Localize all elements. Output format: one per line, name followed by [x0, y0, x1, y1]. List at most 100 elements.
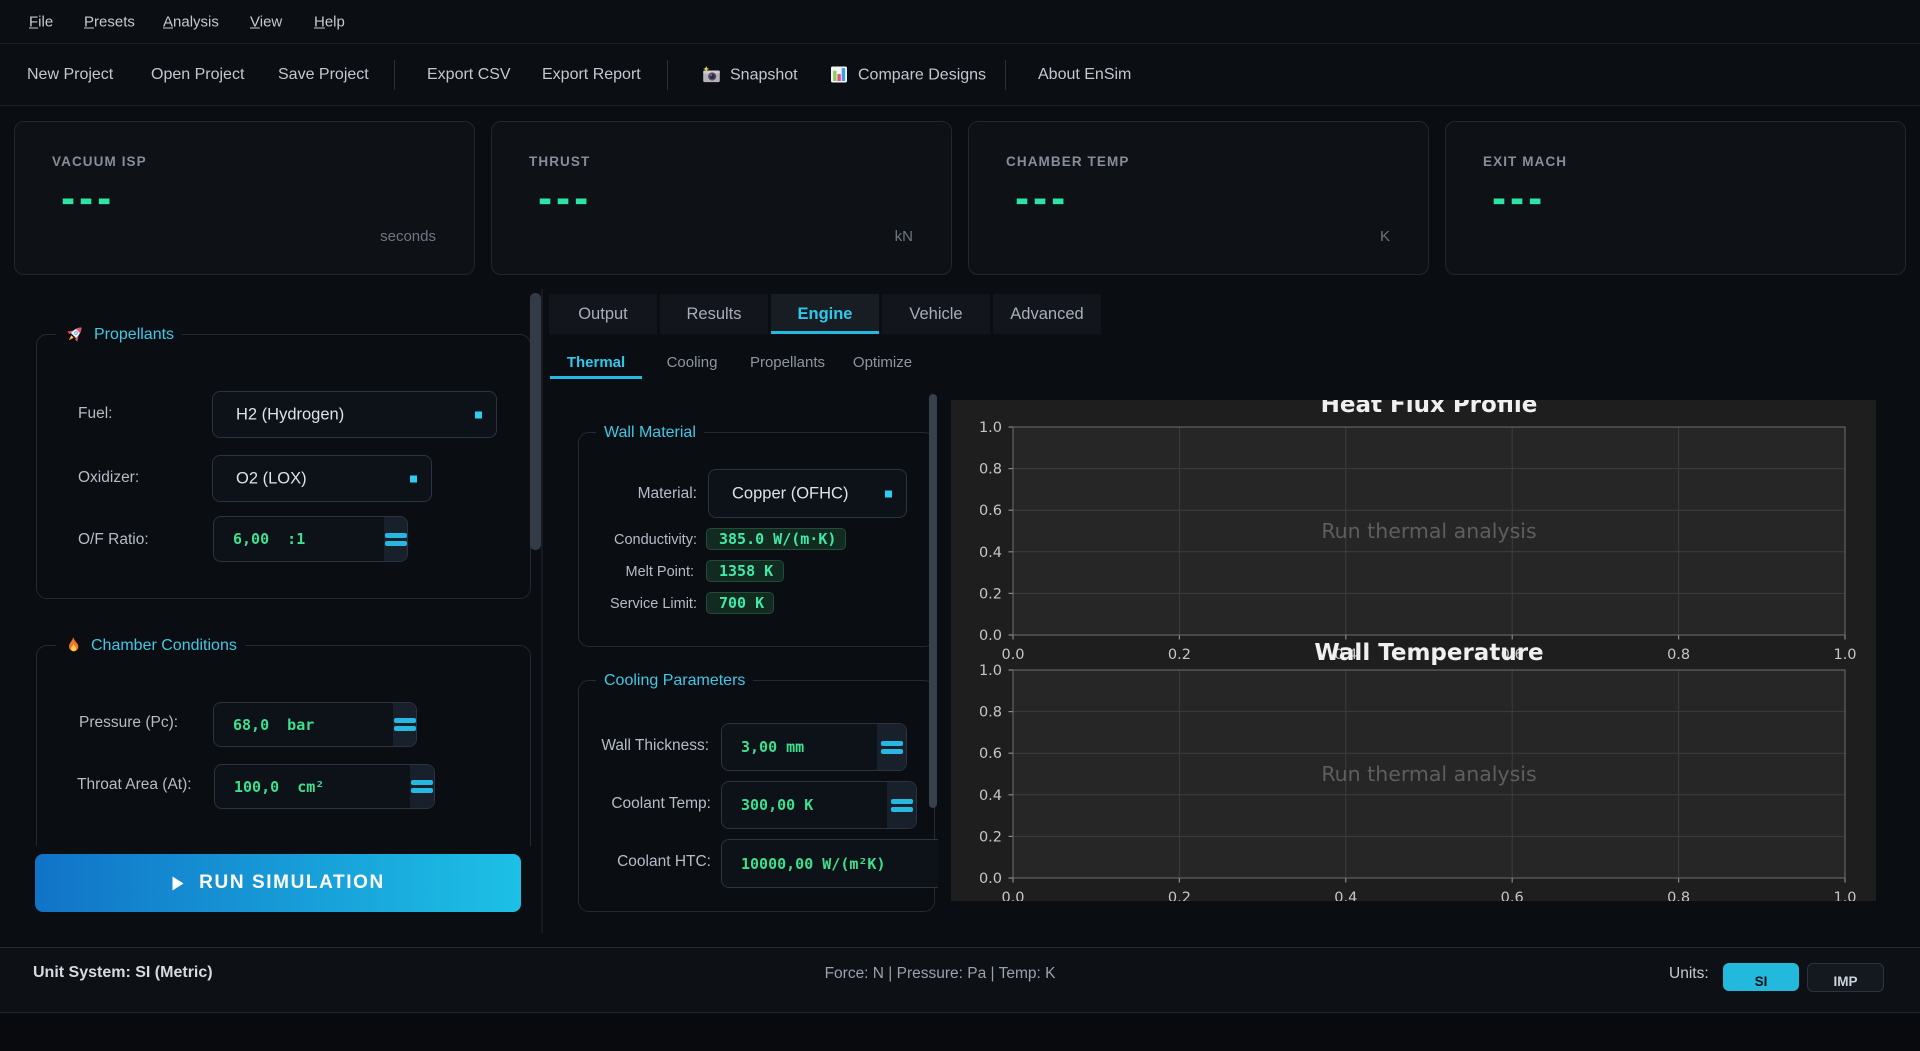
spin-up-icon: [411, 780, 433, 785]
tab-advanced[interactable]: Advanced: [993, 294, 1101, 334]
save-project-button[interactable]: Save Project: [278, 66, 369, 84]
new-project-button[interactable]: New Project: [27, 66, 113, 84]
chamber-conditions-title: Chamber Conditions: [91, 637, 237, 654]
pressure-value: 68,0 bar: [233, 715, 315, 734]
wall-thickness-value: 3,00 mm: [741, 738, 805, 756]
metric-label: CHAMBER TEMP: [1006, 154, 1130, 169]
oxidizer-select[interactable]: O2 (LOX): [212, 455, 432, 502]
wall-material-title: Wall Material: [604, 424, 696, 441]
conductivity-label: Conductivity:: [613, 532, 697, 548]
wall-material-legend: Wall Material: [596, 422, 704, 443]
menu-view[interactable]: View: [250, 13, 282, 30]
window-footer-strip: [0, 1014, 1920, 1051]
service-limit-value: 700 K: [706, 592, 774, 614]
spin-buttons[interactable]: [887, 782, 916, 828]
svg-text:0.4: 0.4: [979, 545, 1002, 561]
wall-thickness-spinbox[interactable]: 3,00 mm: [721, 723, 907, 771]
svg-text:Run thermal analysis: Run thermal analysis: [1321, 762, 1536, 786]
svg-text:0.0: 0.0: [979, 871, 1002, 887]
svg-text:1.0: 1.0: [1833, 890, 1856, 901]
metric-value: ---: [1012, 183, 1068, 218]
chamber-conditions-legend: Chamber Conditions: [56, 635, 245, 656]
spin-buttons[interactable]: [384, 517, 407, 561]
oxidizer-label: Oxidizer:: [78, 469, 140, 486]
metric-card-exit-mach: EXIT MACH ---: [1445, 121, 1906, 275]
cooling-parameters-group: Cooling Parameters Wall Thickness: 3,00 …: [578, 670, 938, 912]
coolant-htc-label: Coolant HTC:: [617, 853, 711, 870]
melt-point-label: Melt Point:: [625, 564, 695, 580]
metric-value: ---: [58, 183, 114, 218]
app-window: File Presets Analysis View Help New Proj…: [0, 0, 1920, 1051]
units-summary-status: Force: N | Pressure: Pa | Temp: K: [824, 965, 1056, 982]
throat-area-label: Throat Area (At):: [77, 776, 192, 793]
propellants-group: Propellants Fuel: H2 (Hydrogen) Oxidizer…: [36, 324, 531, 599]
svg-text:0.2: 0.2: [1168, 647, 1191, 663]
metric-label: THRUST: [529, 154, 591, 169]
metric-card-thrust: THRUST --- kN: [491, 121, 952, 275]
open-project-button[interactable]: Open Project: [151, 66, 244, 84]
units-imp-button[interactable]: IMP: [1807, 963, 1884, 992]
rocket-icon: [64, 324, 85, 345]
metric-unit: K: [1379, 228, 1390, 245]
of-ratio-value: 6,00 :1: [233, 530, 306, 548]
spin-down-icon: [880, 748, 903, 754]
svg-text:0.6: 0.6: [1501, 890, 1524, 901]
svg-text:0.8: 0.8: [979, 705, 1002, 721]
menu-analysis[interactable]: Analysis: [163, 13, 219, 30]
menu-presets[interactable]: Presets: [84, 13, 135, 30]
bar-chart-icon: [830, 66, 849, 85]
menu-file[interactable]: File: [29, 13, 53, 30]
coolant-temp-label: Coolant Temp:: [611, 795, 711, 812]
svg-text:0.0: 0.0: [1001, 647, 1024, 663]
material-select[interactable]: Copper (OFHC): [708, 469, 907, 518]
run-simulation-button[interactable]: RUN SIMULATION: [35, 854, 521, 912]
spin-up-icon: [384, 532, 407, 538]
left-scrollbar-track[interactable]: [541, 289, 543, 933]
spin-buttons[interactable]: [393, 703, 416, 746]
left-scrollbar-thumb[interactable]: [530, 293, 541, 550]
coolant-htc-spinbox[interactable]: 10000,00 W/(m²K): [721, 839, 938, 888]
play-icon: [172, 876, 184, 890]
snapshot-button[interactable]: Snapshot: [702, 66, 798, 85]
svg-text:0.8: 0.8: [1667, 890, 1690, 901]
run-simulation-label: RUN SIMULATION: [199, 872, 385, 893]
thermal-charts: 0.0 0.2 0.4 0.6 0.8 1.00.00.20.40.60.81.0Heat…: [951, 400, 1876, 901]
coolant-temp-spinbox[interactable]: 300,00 K: [721, 781, 917, 829]
export-report-button[interactable]: Export Report: [542, 66, 641, 84]
metrics-row: VACUUM ISP --- seconds THRUST --- kN CHA…: [14, 121, 1906, 275]
export-csv-button[interactable]: Export CSV: [427, 66, 511, 84]
spin-buttons[interactable]: [410, 765, 434, 808]
svg-text:0.2: 0.2: [979, 586, 1002, 602]
center-scrollbar-thumb[interactable]: [929, 394, 937, 808]
conductivity-value: 385.0 W/(m·K): [706, 528, 846, 550]
coolant-temp-value: 300,00 K: [741, 796, 814, 814]
about-ensim-button[interactable]: About EnSim: [1038, 66, 1131, 84]
of-ratio-spinbox[interactable]: 6,00 :1: [213, 516, 408, 562]
svg-text:0.4: 0.4: [1334, 890, 1357, 901]
compare-designs-button[interactable]: Compare Designs: [830, 66, 986, 85]
throat-area-spinbox[interactable]: 100,0 cm²: [214, 764, 435, 809]
propellants-title: Propellants: [94, 326, 175, 343]
oxidizer-value: O2 (LOX): [236, 469, 307, 487]
svg-text:0.6: 0.6: [979, 746, 1002, 762]
charts-panel: 0.0 0.2 0.4 0.6 0.8 1.0 0.0 0.2 0.4 0.6 0.8 1.0 Heat…: [951, 400, 1876, 901]
wall-thickness-label: Wall Thickness:: [601, 737, 709, 754]
engine-panel: Wall Material Material: Copper (OFHC) Co…: [549, 289, 938, 947]
service-limit-label: Service Limit:: [609, 596, 697, 612]
metric-label: VACUUM ISP: [52, 154, 147, 169]
svg-text:0.2: 0.2: [979, 829, 1002, 845]
chamber-conditions-group: Chamber Conditions Pressure (Pc): 68,0 b…: [36, 635, 531, 846]
spin-up-icon: [890, 798, 913, 804]
metric-unit: seconds: [380, 228, 436, 245]
menu-help[interactable]: Help: [314, 13, 345, 30]
units-si-button[interactable]: SI: [1723, 963, 1799, 991]
svg-text:1.0: 1.0: [979, 663, 1002, 679]
spin-down-icon: [393, 726, 416, 731]
fuel-select[interactable]: H2 (Hydrogen): [212, 391, 497, 438]
export-csv-label: Export CSV: [427, 66, 511, 83]
svg-text:Heat Flux Profile: Heat Flux Profile: [1321, 400, 1538, 418]
spin-buttons[interactable]: [877, 724, 906, 770]
spin-up-icon: [393, 718, 416, 723]
svg-text:0.4: 0.4: [979, 788, 1002, 804]
pressure-spinbox[interactable]: 68,0 bar: [213, 702, 417, 747]
